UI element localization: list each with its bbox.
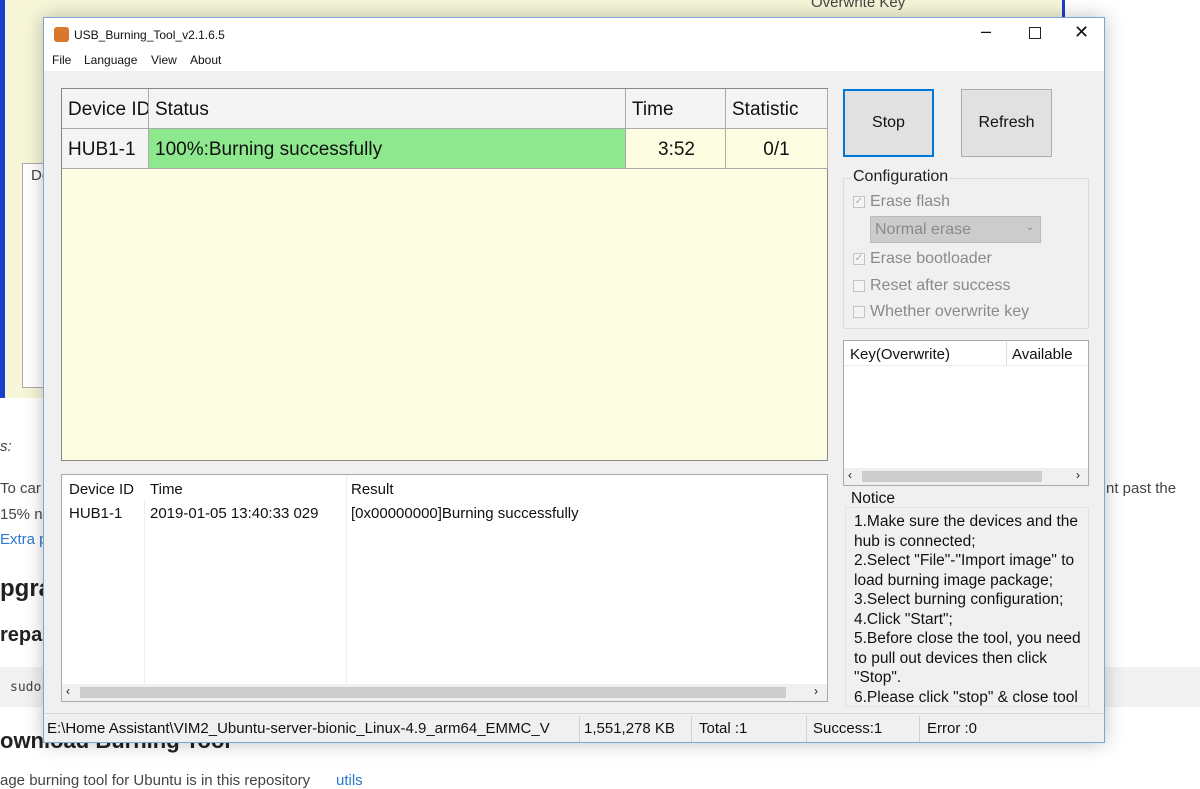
status-error: Error :0	[927, 720, 978, 737]
menu-about[interactable]: About	[190, 53, 221, 67]
overwrite-key-checkbox[interactable]: Whether overwrite key	[853, 303, 1029, 321]
erase-mode-select[interactable]: Normal erase ⌄	[870, 216, 1041, 243]
row-time: 3:52	[626, 129, 726, 169]
chevron-down-icon: ⌄	[1025, 222, 1034, 233]
window-title: USB_Burning_Tool_v2.1.6.5	[74, 28, 225, 42]
notice-panel: Notice 1.Make sure the devices and the h…	[843, 489, 1089, 709]
check-icon: ✓	[853, 253, 865, 265]
status-total: Total :1	[699, 720, 748, 737]
log-col-result[interactable]: Result	[351, 481, 394, 498]
device-grid: Device ID Status Time Statistic HUB1-1 1…	[61, 88, 828, 461]
menu-bar: File Language View About	[44, 51, 1104, 71]
key-scrollbar[interactable]: ‹ ›	[844, 468, 1088, 485]
notice-text: 1.Make sure the devices and the hub is c…	[845, 507, 1089, 707]
notice-title: Notice	[851, 490, 895, 507]
status-path: E:\Home Assistant\VIM2_Ubuntu-server-bio…	[47, 720, 550, 737]
bg-link[interactable]: Extra p	[0, 531, 48, 548]
stop-button[interactable]: Stop	[843, 89, 934, 157]
erase-bootloader-checkbox[interactable]: ✓ Erase bootloader	[853, 250, 992, 268]
log-list: Device ID Time Result HUB1-1 2019-01-05 …	[61, 474, 828, 702]
configuration-group: Configuration ✓ Erase flash Normal erase ⌄…	[843, 168, 1089, 329]
close-icon[interactable]: ✕	[1074, 22, 1089, 43]
status-success: Success:1	[813, 720, 883, 737]
key-col-overwrite[interactable]: Key(Overwrite)	[850, 346, 950, 363]
row-statistic: 0/1	[726, 129, 828, 169]
menu-file[interactable]: File	[52, 53, 71, 67]
bg-text: s:	[0, 438, 12, 455]
col-device-id[interactable]: Device ID	[62, 89, 149, 129]
log-row-result: [0x00000000]Burning successfully	[351, 505, 579, 522]
status-size: 1,551,278 KB	[584, 720, 675, 737]
log-row-time: 2019-01-05 13:40:33 029	[150, 505, 319, 522]
bg-code: sudo	[10, 680, 42, 695]
status-bar: E:\Home Assistant\VIM2_Ubuntu-server-bio…	[44, 713, 1104, 743]
horizontal-scrollbar[interactable]: ‹ ›	[62, 684, 827, 701]
log-col-device-id[interactable]: Device ID	[69, 481, 134, 498]
app-icon	[54, 27, 69, 42]
scroll-right-icon[interactable]: ›	[814, 684, 818, 698]
col-statistic[interactable]: Statistic	[726, 89, 828, 129]
bg-text: age burning tool for Ubuntu is in this r…	[0, 772, 311, 789]
row-device-id[interactable]: HUB1-1	[62, 129, 149, 169]
refresh-button[interactable]: Refresh	[961, 89, 1052, 157]
menu-language[interactable]: Language	[84, 53, 137, 67]
configuration-title: Configuration	[851, 168, 951, 186]
check-icon: ✓	[853, 196, 865, 208]
log-col-time[interactable]: Time	[150, 481, 183, 498]
scroll-left-icon[interactable]: ‹	[66, 684, 70, 698]
row-status: 100%:Burning successfully	[149, 129, 626, 169]
erase-flash-checkbox[interactable]: ✓ Erase flash	[853, 193, 950, 211]
maximize-icon[interactable]	[1029, 27, 1041, 39]
col-status[interactable]: Status	[149, 89, 626, 129]
bg-link[interactable]: utils	[336, 772, 363, 789]
key-list: Key(Overwrite) Available ‹ ›	[843, 340, 1089, 486]
bg-text: 15% n	[0, 506, 43, 523]
bg-text: To car	[0, 480, 41, 497]
col-time[interactable]: Time	[626, 89, 726, 129]
scroll-thumb[interactable]	[80, 687, 786, 698]
title-bar: USB_Burning_Tool_v2.1.6.5 – ✕	[44, 18, 1104, 51]
log-row-device: HUB1-1	[69, 505, 123, 522]
key-col-available[interactable]: Available	[1012, 346, 1073, 363]
bg-text: nt past the	[1106, 480, 1177, 497]
menu-view[interactable]: View	[151, 53, 177, 67]
usb-burning-tool-window: USB_Burning_Tool_v2.1.6.5 – ✕ File Langu…	[43, 17, 1105, 743]
minimize-icon[interactable]: –	[981, 21, 991, 42]
bg-overwrite-key: Overwrite Key	[811, 0, 906, 11]
reset-after-success-checkbox[interactable]: Reset after success	[853, 277, 1011, 295]
